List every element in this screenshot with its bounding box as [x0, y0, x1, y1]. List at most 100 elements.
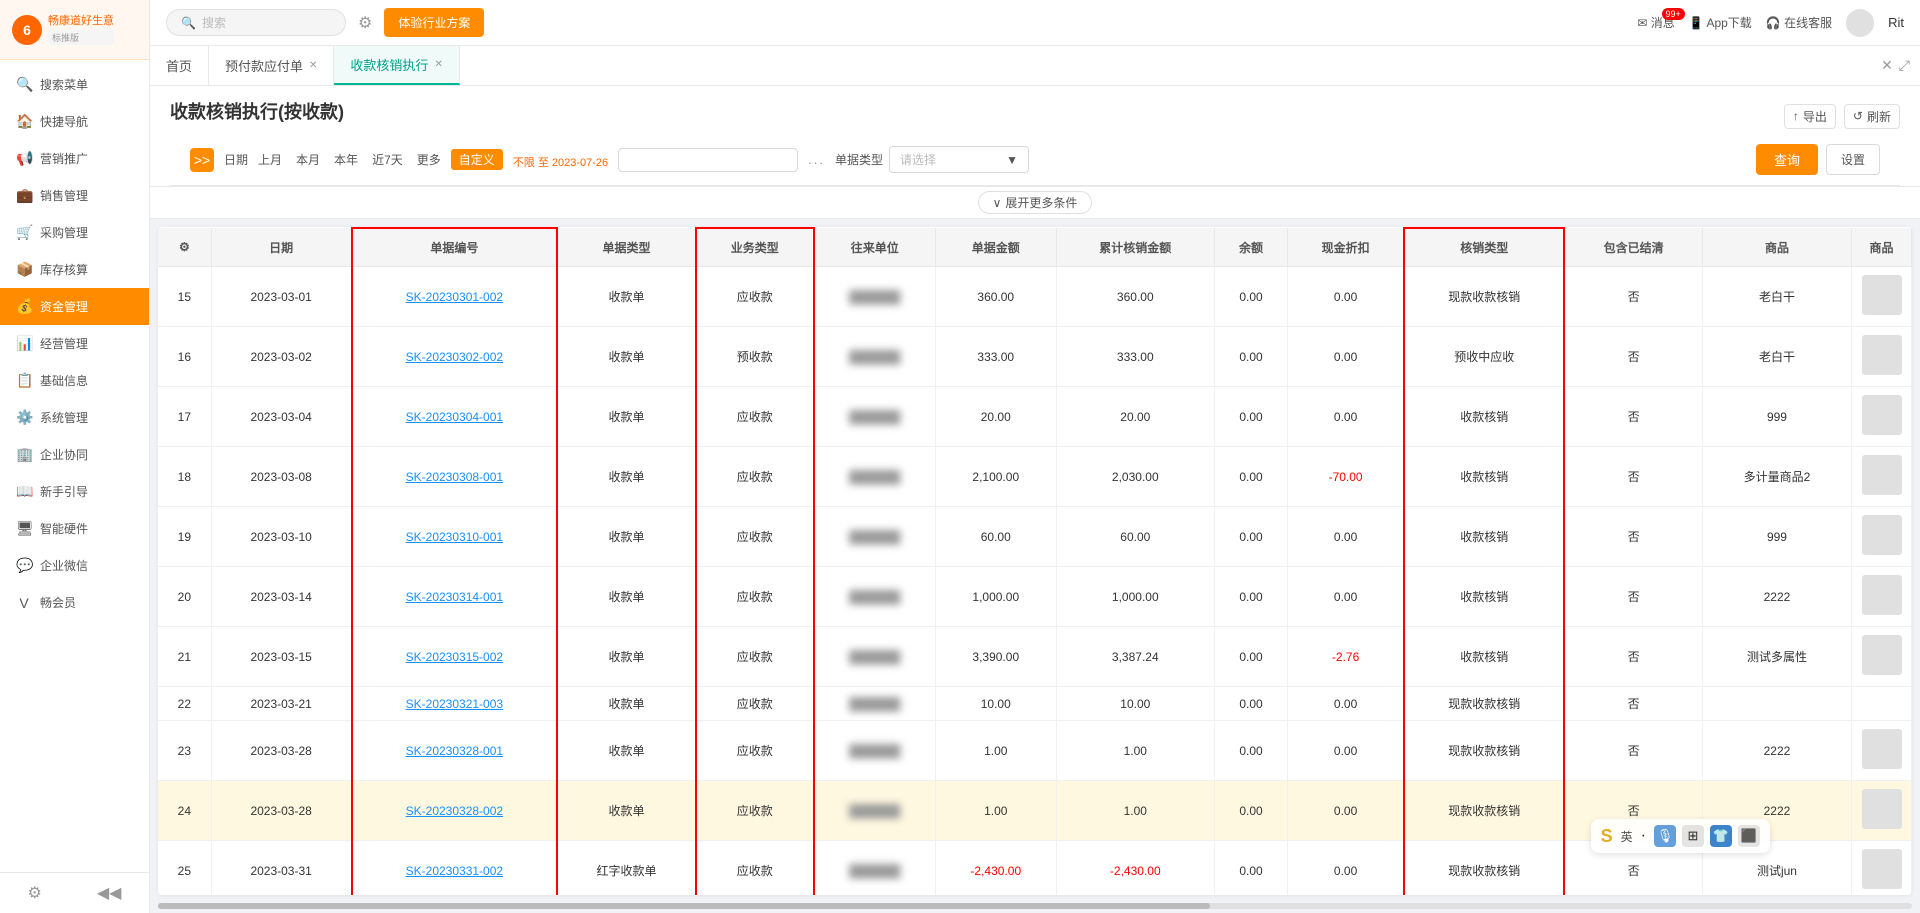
cell-doc-no[interactable]: SK-20230315-002	[352, 627, 557, 687]
sidebar-item-guide[interactable]: 📖 新手引导	[0, 473, 149, 510]
sidebar-item-operation[interactable]: 📊 经营管理	[0, 325, 149, 362]
tab-expand-icon[interactable]: ⤢	[1899, 57, 1910, 74]
gear-icon[interactable]: ⚙	[358, 13, 372, 33]
logo-badge: 标推版	[48, 30, 114, 45]
cell-doc-type: 收款单	[557, 627, 696, 687]
horizontal-scrollbar[interactable]	[158, 903, 1912, 909]
cell-partner: ██████	[814, 781, 936, 841]
table-row: 18 2023-03-08 SK-20230308-001 收款单 应收款 ██…	[158, 447, 1912, 507]
marketing-icon: 📢	[16, 150, 32, 167]
sidebar-label-sales: 销售管理	[40, 187, 88, 204]
cell-doc-no[interactable]: SK-20230314-001	[352, 567, 557, 627]
col-gear[interactable]: ⚙	[158, 228, 211, 267]
sidebar-item-marketing[interactable]: 📢 营销推广	[0, 140, 149, 177]
settings-bottom-icon[interactable]: ⚙	[28, 883, 42, 903]
date-this-month[interactable]: 本月	[292, 149, 324, 170]
tab-collection-close-icon[interactable]: ✕	[434, 59, 442, 70]
sidebar-item-search[interactable]: 🔍 搜索菜单	[0, 66, 149, 103]
date-last-month[interactable]: 上月	[254, 149, 286, 170]
cell-verify-type: 现款收款核销	[1404, 781, 1564, 841]
cell-doc-no[interactable]: SK-20230331-002	[352, 841, 557, 896]
cell-amount: 10.00	[935, 687, 1056, 721]
cell-doc-type: 收款单	[557, 327, 696, 387]
expand-more-label: 展开更多条件	[1005, 194, 1077, 211]
sidebar-item-purchase[interactable]: 🛒 采购管理	[0, 214, 149, 251]
cell-biz-type: 预收款	[696, 327, 814, 387]
voucher-type-select[interactable]: 请选择 ▼	[889, 146, 1029, 173]
tab-close-all-icon[interactable]: ✕	[1881, 57, 1893, 74]
cell-doc-type: 收款单	[557, 567, 696, 627]
solution-button[interactable]: 体验行业方案	[384, 8, 484, 37]
filter-expand-button[interactable]: >>	[190, 148, 214, 172]
sidebar-item-enterprise[interactable]: 🏢 企业协同	[0, 436, 149, 473]
cell-goods: 测试jun	[1702, 841, 1851, 896]
cell-cum-amount: 1.00	[1056, 721, 1214, 781]
tab-prepay-close-icon[interactable]: ✕	[309, 60, 317, 71]
sidebar-item-member[interactable]: V 畅会员	[0, 584, 149, 621]
cell-doc-type: 收款单	[557, 721, 696, 781]
export-button[interactable]: ↑ 导出	[1784, 104, 1836, 129]
partner-filter-input[interactable]	[618, 148, 798, 172]
query-button[interactable]: 查询	[1756, 144, 1818, 175]
cell-verify-type: 现款收款核销	[1404, 687, 1564, 721]
cell-verify-type: 收款核销	[1404, 567, 1564, 627]
date-7days[interactable]: 近7天	[368, 149, 407, 170]
cell-amount: 333.00	[935, 327, 1056, 387]
table-row: 17 2023-03-04 SK-20230304-001 收款单 应收款 ██…	[158, 387, 1912, 447]
filter-settings-button[interactable]: 设置	[1826, 144, 1880, 175]
cell-biz-type: 应收款	[696, 387, 814, 447]
collapse-icon[interactable]: ◀◀	[97, 883, 122, 903]
sidebar-item-hardware[interactable]: 🖥 智能硬件	[0, 510, 149, 547]
cell-doc-no[interactable]: SK-20230328-001	[352, 721, 557, 781]
cell-cum-amount: 360.00	[1056, 267, 1214, 327]
cell-doc-no[interactable]: SK-20230310-001	[352, 507, 557, 567]
cell-no: 22	[158, 687, 211, 721]
cell-cum-amount: 1,000.00	[1056, 567, 1214, 627]
col-balance: 余额	[1215, 228, 1288, 267]
expand-more-button[interactable]: ∨ 展开更多条件	[978, 191, 1093, 214]
tab-prepay[interactable]: 预付款应付单 ✕	[209, 46, 334, 85]
date-this-year[interactable]: 本年	[330, 149, 362, 170]
sidebar-item-inventory[interactable]: 📦 库存核算	[0, 251, 149, 288]
cell-no: 16	[158, 327, 211, 387]
table-row: 23 2023-03-28 SK-20230328-001 收款单 应收款 ██…	[158, 721, 1912, 781]
cell-doc-no[interactable]: SK-20230321-003	[352, 687, 557, 721]
refresh-button[interactable]: ↺ 刷新	[1844, 104, 1900, 129]
sidebar-item-quick-nav[interactable]: 🏠 快捷导航	[0, 103, 149, 140]
user-avatar[interactable]	[1846, 9, 1874, 37]
cell-doc-no[interactable]: SK-20230304-001	[352, 387, 557, 447]
cell-goods2	[1852, 627, 1912, 687]
date-custom-btn[interactable]: 自定义	[451, 149, 503, 170]
cell-doc-no[interactable]: SK-20230308-001	[352, 447, 557, 507]
cell-doc-no[interactable]: SK-20230301-002	[352, 267, 557, 327]
cell-date: 2023-03-01	[211, 267, 351, 327]
online-service-button[interactable]: 🎧 在线客服	[1766, 14, 1832, 31]
filter-more-dots[interactable]: ...	[808, 152, 825, 167]
tab-home[interactable]: 首页	[150, 46, 209, 85]
sidebar-item-wechat[interactable]: 💬 企业微信	[0, 547, 149, 584]
message-button[interactable]: ✉ 消息 99+	[1637, 14, 1674, 31]
app-download-button[interactable]: 📱 App下载	[1689, 14, 1752, 31]
hardware-icon: 🖥	[16, 520, 32, 537]
enterprise-icon: 🏢	[16, 446, 32, 463]
sidebar-item-finance[interactable]: 💰 资金管理	[0, 288, 149, 325]
tab-collection[interactable]: 收款核销执行 ✕	[334, 46, 459, 85]
table-header-row: ⚙ 日期 单据编号 单据类型 业务类型 往来单位 单据金额 累计核销金额 余额 …	[158, 228, 1912, 267]
sidebar-item-sales[interactable]: 💼 销售管理	[0, 177, 149, 214]
operation-icon: 📊	[16, 335, 32, 352]
logo-icon: 6	[12, 15, 42, 45]
col-doc-no: 单据编号	[352, 228, 557, 267]
cell-doc-type: 收款单	[557, 507, 696, 567]
table-row: 15 2023-03-01 SK-20230301-002 收款单 应收款 ██…	[158, 267, 1912, 327]
cell-doc-no[interactable]: SK-20230328-002	[352, 781, 557, 841]
cell-biz-type: 应收款	[696, 567, 814, 627]
sidebar-item-basic[interactable]: 📋 基础信息	[0, 362, 149, 399]
topbar-search[interactable]: 🔍 搜索	[166, 9, 346, 36]
sidebar-label-quick-nav: 快捷导航	[40, 113, 88, 130]
cell-no: 18	[158, 447, 211, 507]
sidebar-item-system[interactable]: ⚙️ 系统管理	[0, 399, 149, 436]
cell-doc-no[interactable]: SK-20230302-002	[352, 327, 557, 387]
cell-verify-type: 收款核销	[1404, 507, 1564, 567]
date-more[interactable]: 更多	[413, 149, 445, 170]
cell-verify-type: 现款收款核销	[1404, 267, 1564, 327]
